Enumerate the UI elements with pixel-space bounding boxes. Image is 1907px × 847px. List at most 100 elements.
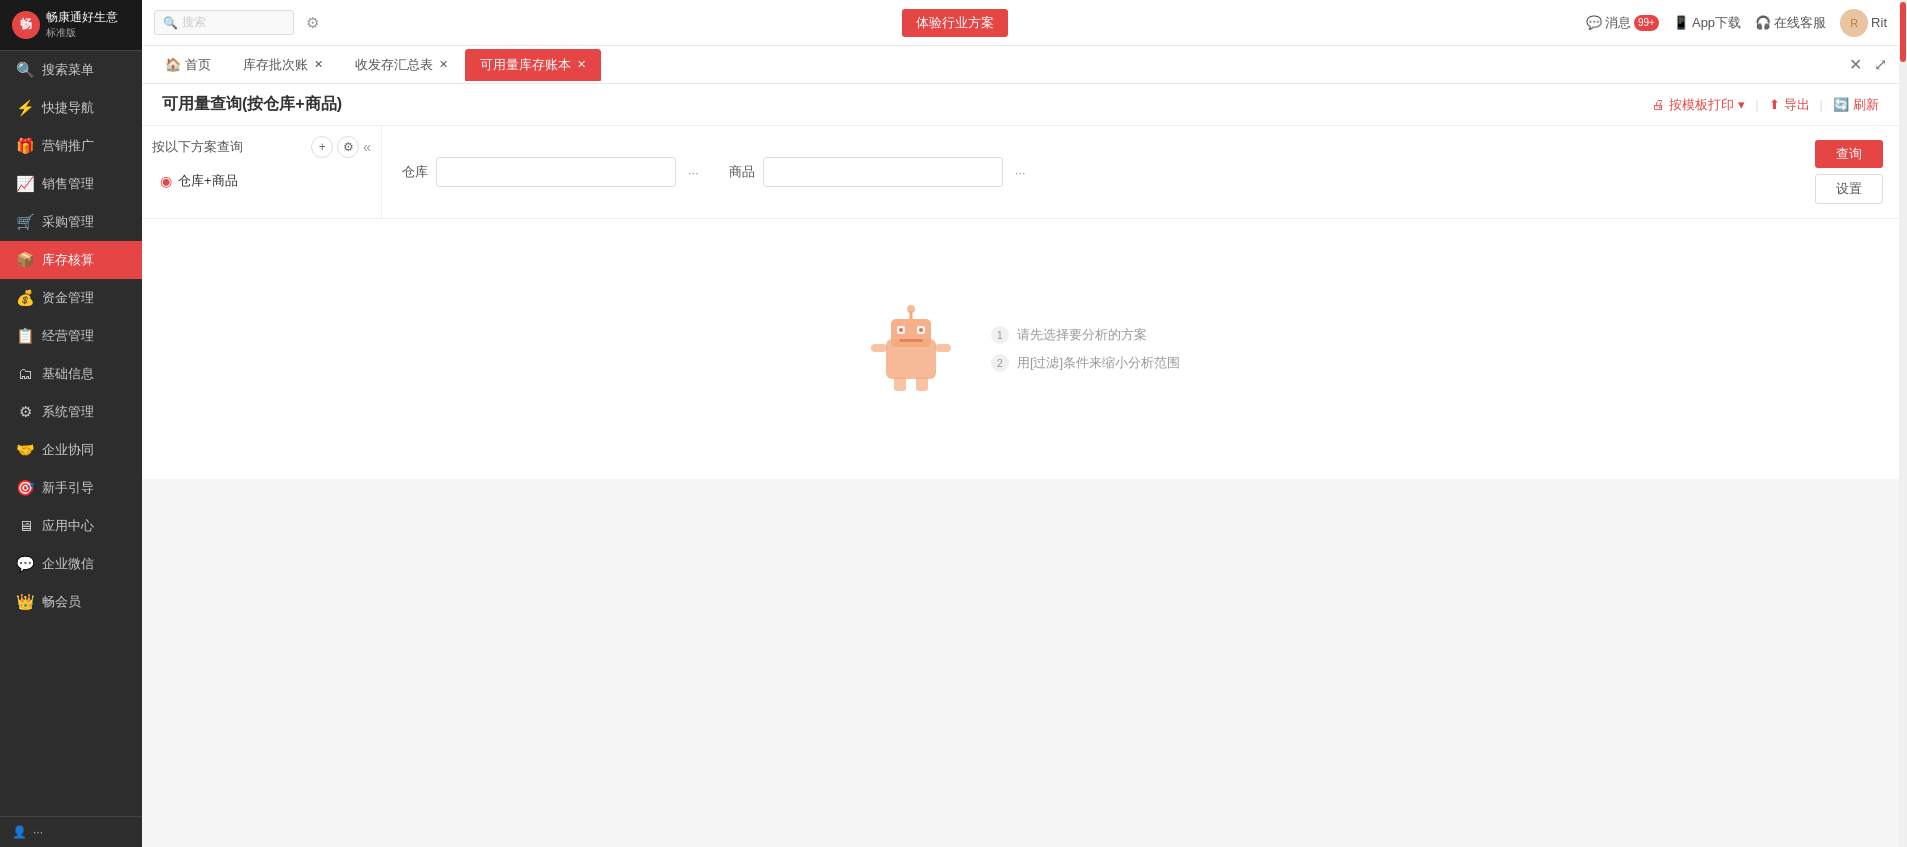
home-icon: 🏠 [165,57,181,72]
sidebar-bottom-icon: 👤 [12,825,27,839]
query-button[interactable]: 查询 [1815,140,1883,168]
tab-home-label: 首页 [185,56,211,74]
tab-close-button[interactable]: ✕ [1845,51,1866,78]
close-receipt-summary-icon[interactable]: ✕ [439,58,448,71]
sidebar-item-member[interactable]: 👑 畅会员 [0,583,142,621]
member-icon: 👑 [16,593,34,611]
print-dropdown-icon: ▾ [1738,97,1745,112]
svg-rect-10 [935,344,951,352]
settings-scheme-button[interactable]: ⚙ [337,136,359,158]
customer-service-button[interactable]: 🎧 在线客服 [1755,14,1826,32]
guide-icon: 🎯 [16,479,34,497]
scheme-item-warehouse-product[interactable]: ◉ 仓库+商品 [152,166,371,196]
sidebar-item-label: 新手引导 [42,479,94,497]
sidebar-bottom[interactable]: 👤 ··· [0,816,142,847]
refresh-button[interactable]: 🔄 刷新 [1833,96,1879,114]
sidebar-item-label: 采购管理 [42,213,94,231]
message-button[interactable]: 💬 消息 99+ [1586,14,1659,32]
user-profile[interactable]: R Rit [1840,9,1887,37]
sidebar-item-label: 经营管理 [42,327,94,345]
message-label: 消息 [1605,14,1631,32]
scheme-item-label: 仓库+商品 [178,172,238,190]
warehouse-label: 仓库 [402,163,428,181]
basic-icon: 🗂 [16,365,34,382]
product-field: 商品 ··· [729,157,1026,187]
tip-text-1: 请先选择要分析的方案 [1017,326,1147,344]
username: Rit [1871,15,1887,30]
phone-icon: 📱 [1673,15,1689,30]
sidebar-item-inventory[interactable]: 📦 库存核算 [0,241,142,279]
sidebar-item-guide[interactable]: 🎯 新手引导 [0,469,142,507]
svg-rect-6 [899,339,923,342]
sidebar-item-marketing[interactable]: 🎁 营销推广 [0,127,142,165]
sidebar-item-label: 企业微信 [42,555,94,573]
sidebar-scroll: 🔍 搜索菜单 ⚡ 快捷导航 🎁 营销推广 📈 销售管理 🛒 采购管理 📦 库存核… [0,51,142,816]
print-label: 按模板打印 [1669,96,1734,114]
product-label: 商品 [729,163,755,181]
print-template-button[interactable]: 🖨 按模板打印 ▾ [1652,96,1745,114]
business-icon: 📋 [16,327,34,345]
shortcut-icon: ⚡ [16,99,34,117]
sidebar-item-cooperation[interactable]: 🤝 企业协同 [0,431,142,469]
tab-expand-button[interactable]: ⤢ [1870,51,1891,78]
svg-point-5 [919,328,923,332]
tab-available-ledger[interactable]: 可用量库存账本 ✕ [465,49,601,81]
sidebar-item-label: 系统管理 [42,403,94,421]
close-available-ledger-icon[interactable]: ✕ [577,58,586,71]
service-label: 在线客服 [1774,14,1826,32]
collapse-scheme-icon[interactable]: « [363,139,371,155]
warehouse-field: 仓库 ··· [402,157,699,187]
sidebar-item-label: 畅会员 [42,593,81,611]
close-batch-account-icon[interactable]: ✕ [314,58,323,71]
search-icon: 🔍 [163,16,178,30]
svg-rect-7 [894,377,906,391]
sidebar-item-sales[interactable]: 📈 销售管理 [0,165,142,203]
content-area: 按以下方案查询 + ⚙ « ◉ 仓库+商品 仓库 ··· [142,126,1899,847]
tip-text-2: 用[过滤]条件来缩小分析范围 [1017,354,1180,372]
product-input[interactable] [763,157,1003,187]
topbar: 🔍 搜索 ⚙ 体验行业方案 💬 消息 99+ 📱 App下载 🎧 在线客服 R … [142,0,1899,46]
warehouse-input[interactable] [436,157,676,187]
product-more-icon[interactable]: ··· [1015,165,1026,180]
gear-icon[interactable]: ⚙ [302,10,323,36]
sidebar-item-shortcut[interactable]: ⚡ 快捷导航 [0,89,142,127]
main-content: 🔍 搜索 ⚙ 体验行业方案 💬 消息 99+ 📱 App下载 🎧 在线客服 R … [142,0,1899,847]
app-download-label: App下载 [1692,14,1741,32]
message-badge: 99+ [1634,15,1659,31]
topbar-search[interactable]: 🔍 搜索 [154,10,294,35]
empty-tip-2: 2 用[过滤]条件来缩小分析范围 [991,354,1180,372]
tab-batch-account[interactable]: 库存批次账 ✕ [228,49,338,81]
topbar-right: 💬 消息 99+ 📱 App下载 🎧 在线客服 R Rit [1586,9,1887,37]
industry-solution-button[interactable]: 体验行业方案 [902,9,1008,37]
app-download-button[interactable]: 📱 App下载 [1673,14,1741,32]
sidebar-item-business[interactable]: 📋 经营管理 [0,317,142,355]
sidebar-item-system[interactable]: ⚙ 系统管理 [0,393,142,431]
purchase-icon: 🛒 [16,213,34,231]
sidebar-item-search[interactable]: 🔍 搜索菜单 [0,51,142,89]
export-button[interactable]: ⬆ 导出 [1769,96,1810,114]
settings-button[interactable]: 设置 [1815,174,1883,204]
sidebar-item-label: 库存核算 [42,251,94,269]
tab-receipt-summary-label: 收发存汇总表 [355,56,433,74]
sidebar-item-finance[interactable]: 💰 资金管理 [0,279,142,317]
sidebar-item-purchase[interactable]: 🛒 采购管理 [0,203,142,241]
logo-icon: 畅 [12,11,40,39]
warehouse-more-icon[interactable]: ··· [688,165,699,180]
marketing-icon: 🎁 [16,137,34,155]
query-scheme-header: 按以下方案查询 + ⚙ « [152,136,371,158]
add-scheme-button[interactable]: + [311,136,333,158]
page-header-actions: 🖨 按模板打印 ▾ | ⬆ 导出 | 🔄 刷新 [1652,96,1879,114]
page-title: 可用量查询(按仓库+商品) [162,94,342,115]
right-scrollbar[interactable] [1899,0,1907,847]
sidebar-item-appstore[interactable]: 🖥 应用中心 [0,507,142,545]
refresh-icon: 🔄 [1833,97,1849,112]
tab-receipt-summary[interactable]: 收发存汇总表 ✕ [340,49,463,81]
sidebar-item-wechat[interactable]: 💬 企业微信 [0,545,142,583]
svg-rect-1 [891,319,931,347]
sidebar-item-label: 资金管理 [42,289,94,307]
tab-home[interactable]: 🏠 首页 [150,49,226,81]
sidebar-item-basic[interactable]: 🗂 基础信息 [0,355,142,393]
tab-available-ledger-label: 可用量库存账本 [480,56,571,74]
tip-num-1: 1 [991,326,1009,344]
sidebar-item-label: 营销推广 [42,137,94,155]
